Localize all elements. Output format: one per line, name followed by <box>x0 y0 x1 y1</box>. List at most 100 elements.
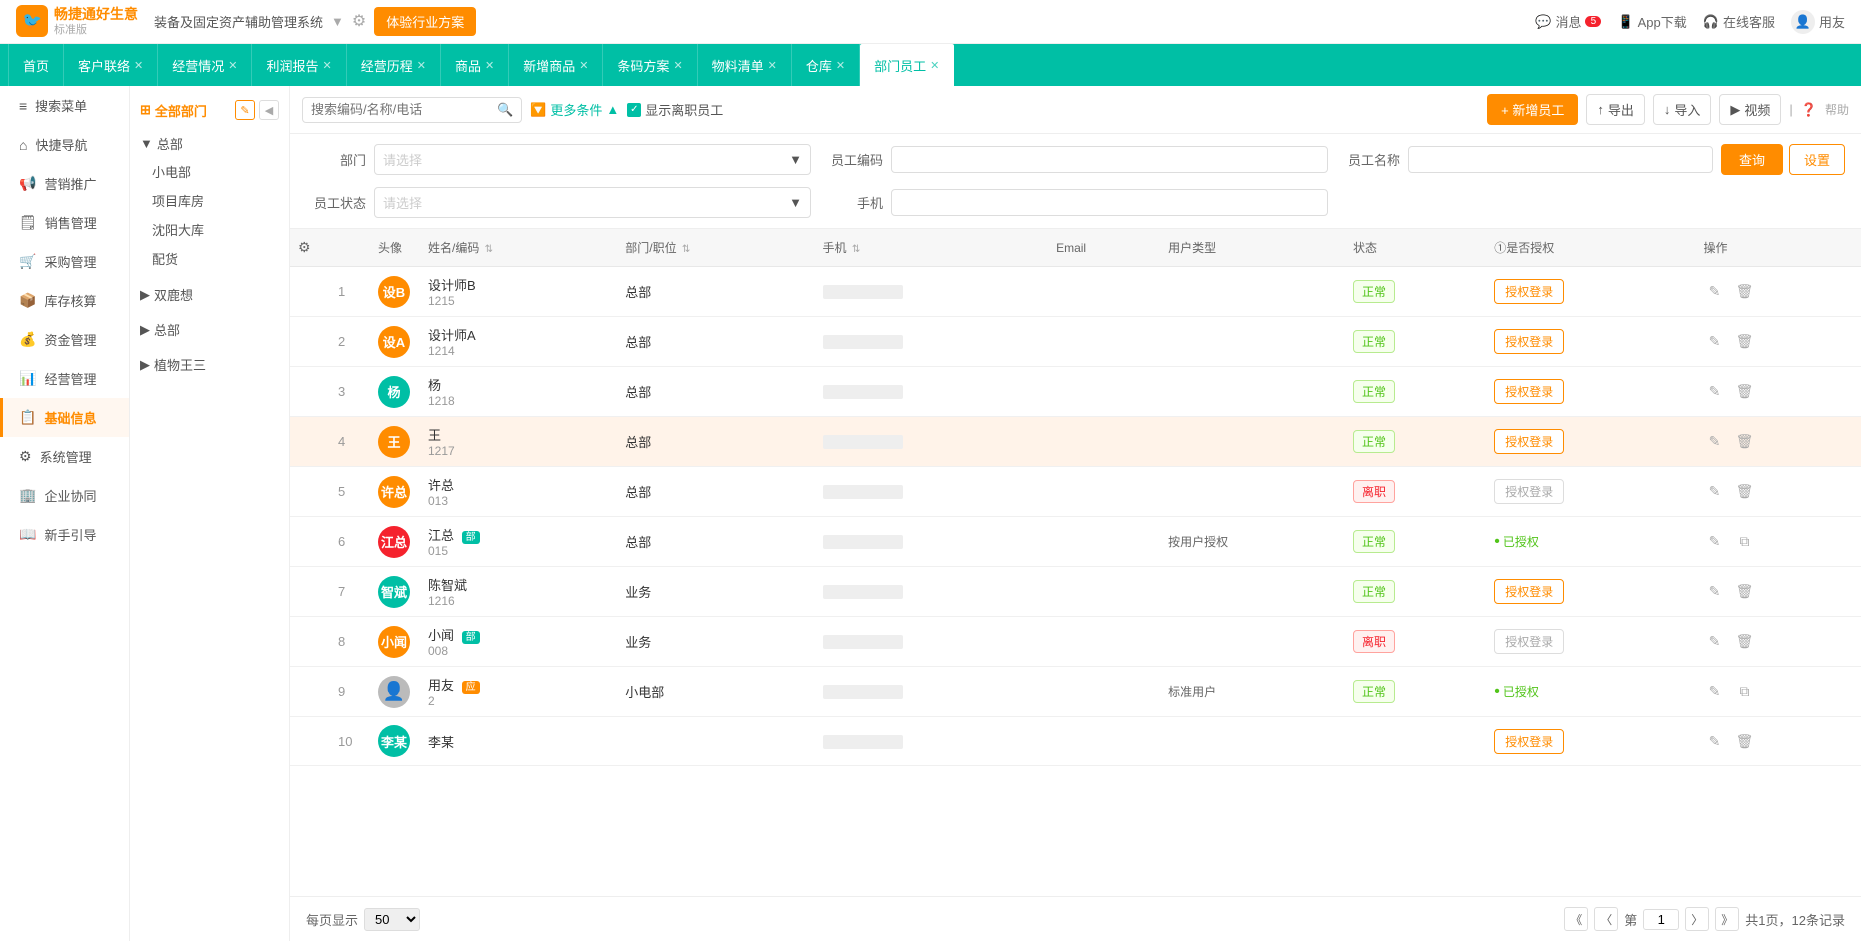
nav-tab-history[interactable]: 经营历程 ✕ <box>347 44 441 86</box>
auth-button[interactable]: 授权登录 <box>1494 329 1564 354</box>
employee-name-field[interactable] <box>1417 152 1704 167</box>
dept-collapse-icon[interactable]: ◀ <box>259 100 279 120</box>
sidebar-item-finance[interactable]: 💰 资金管理 <box>0 320 129 359</box>
close-icon[interactable]: ✕ <box>134 59 143 72</box>
page-size-dropdown[interactable]: 50 100 200 <box>364 908 420 931</box>
search-input[interactable] <box>311 102 491 117</box>
delete-icon[interactable]: 🗑 <box>1734 481 1756 503</box>
dept-filter-select[interactable]: 请选择 ▼ <box>374 144 811 175</box>
delete-icon[interactable]: 🗑 <box>1734 730 1756 752</box>
next-page-button[interactable]: 〉 <box>1685 907 1709 931</box>
nav-tab-customer[interactable]: 客户联络 ✕ <box>64 44 158 86</box>
auth-button[interactable]: 授权登录 <box>1494 429 1564 454</box>
nav-tab-profit[interactable]: 利润报告 ✕ <box>252 44 346 86</box>
close-icon[interactable]: ✕ <box>579 59 588 72</box>
export-button[interactable]: ↑ 导出 <box>1586 94 1645 125</box>
col-phone[interactable]: 手机 ⇅ <box>815 229 1049 267</box>
employee-name-input[interactable] <box>1408 146 1713 173</box>
copy-icon[interactable]: ⧉ <box>1734 681 1756 703</box>
settings-icon[interactable]: ⚙ <box>298 239 311 255</box>
edit-icon[interactable]: ✎ <box>1704 481 1726 503</box>
status-filter-select[interactable]: 请选择 ▼ <box>374 187 811 218</box>
close-icon[interactable]: ✕ <box>930 59 939 72</box>
delete-icon[interactable]: 🗑 <box>1734 381 1756 403</box>
auth-button[interactable]: 授权登录 <box>1494 279 1564 304</box>
close-icon[interactable]: ✕ <box>768 59 777 72</box>
auth-button[interactable]: 授权登录 <box>1494 629 1564 654</box>
auth-button[interactable]: 授权登录 <box>1494 479 1564 504</box>
delete-icon[interactable]: 🗑 <box>1734 431 1756 453</box>
sidebar-item-shortcut[interactable]: ⌂ 快捷导航 <box>0 125 129 164</box>
sidebar-item-operations[interactable]: 📊 经营管理 <box>0 359 129 398</box>
dept-item-xiaodian[interactable]: 小电部 <box>130 157 289 186</box>
view-button[interactable]: ▶ 视频 <box>1719 94 1781 125</box>
sidebar-item-inventory[interactable]: 📦 库存核算 <box>0 281 129 320</box>
system-dropdown-icon[interactable]: ▼ <box>331 14 344 29</box>
nav-tab-bom[interactable]: 物料清单 ✕ <box>698 44 792 86</box>
show-resigned-toggle[interactable]: ✓ 显示离职员工 <box>627 100 723 119</box>
employee-code-field[interactable] <box>900 152 1319 167</box>
first-page-button[interactable]: 《 <box>1564 907 1588 931</box>
app-download-btn[interactable]: 📱 App下载 <box>1617 12 1686 31</box>
sidebar-item-search[interactable]: ≡ 搜索菜单 <box>0 86 129 125</box>
last-page-button[interactable]: 》 <box>1715 907 1739 931</box>
close-icon[interactable]: ✕ <box>673 59 682 72</box>
more-filter-btn[interactable]: 🔽 更多条件 ▲ <box>530 100 619 119</box>
import-button[interactable]: ↓ 导入 <box>1653 94 1712 125</box>
sidebar-item-purchase[interactable]: 🛒 采购管理 <box>0 242 129 281</box>
dept-item-peihuo[interactable]: 配货 <box>130 244 289 273</box>
delete-icon[interactable]: 🗑 <box>1734 331 1756 353</box>
nav-tab-home[interactable]: 首页 <box>8 44 64 86</box>
dept-item-project[interactable]: 项目库房 <box>130 186 289 215</box>
edit-icon[interactable]: ✎ <box>1704 631 1726 653</box>
edit-icon[interactable]: ✎ <box>1704 331 1726 353</box>
close-icon[interactable]: ✕ <box>228 59 237 72</box>
user-btn[interactable]: 👤 用友 <box>1791 10 1845 34</box>
online-service-btn[interactable]: 🎧 在线客服 <box>1703 12 1775 31</box>
employee-code-input[interactable] <box>891 146 1328 173</box>
nav-tab-goods[interactable]: 商品 ✕ <box>441 44 509 86</box>
sidebar-item-system[interactable]: ⚙ 系统管理 <box>0 437 129 476</box>
col-name[interactable]: 姓名/编码 ⇅ <box>420 229 617 267</box>
dept-group-header-zongbu2[interactable]: ▶ 总部 <box>130 316 289 343</box>
auth-button[interactable]: 授权登录 <box>1494 579 1564 604</box>
edit-icon[interactable]: ✎ <box>1704 531 1726 553</box>
trial-button[interactable]: 体验行业方案 <box>374 7 476 36</box>
auth-button[interactable]: 授权登录 <box>1494 729 1564 754</box>
prev-page-button[interactable]: 〈 <box>1594 907 1618 931</box>
message-btn[interactable]: 💬 消息 5 <box>1535 12 1601 31</box>
page-input[interactable] <box>1643 909 1679 930</box>
dept-edit-icon[interactable]: ✎ <box>235 100 255 120</box>
settings-icon[interactable]: ⚙ <box>352 11 366 31</box>
edit-icon[interactable]: ✎ <box>1704 281 1726 303</box>
search-icon[interactable]: 🔍 <box>497 102 513 118</box>
close-icon[interactable]: ✕ <box>836 59 845 72</box>
phone-filter-input[interactable] <box>891 189 1328 216</box>
dept-item-shenyang[interactable]: 沈阳大库 <box>130 215 289 244</box>
sidebar-item-marketing[interactable]: 📢 营销推广 <box>0 164 129 203</box>
close-icon[interactable]: ✕ <box>485 59 494 72</box>
col-dept[interactable]: 部门/职位 ⇅ <box>617 229 814 267</box>
query-button[interactable]: 查询 <box>1721 144 1783 175</box>
nav-tab-employees[interactable]: 部门员工 ✕ <box>860 44 954 86</box>
nav-tab-barcode[interactable]: 条码方案 ✕ <box>603 44 697 86</box>
help-icon[interactable]: ❓ <box>1801 102 1817 118</box>
phone-field[interactable] <box>900 195 1319 210</box>
edit-icon[interactable]: ✎ <box>1704 431 1726 453</box>
dept-group-header-zongbu[interactable]: ▼ 总部 <box>130 130 289 157</box>
edit-icon[interactable]: ✎ <box>1704 681 1726 703</box>
add-employee-button[interactable]: + 新增员工 <box>1487 94 1578 125</box>
nav-tab-add-goods[interactable]: 新增商品 ✕ <box>509 44 603 86</box>
close-icon[interactable]: ✕ <box>417 59 426 72</box>
sidebar-item-enterprise[interactable]: 🏢 企业协同 <box>0 476 129 515</box>
auth-button[interactable]: 授权登录 <box>1494 379 1564 404</box>
sidebar-item-basic[interactable]: 📋 基础信息 <box>0 398 129 437</box>
delete-icon[interactable]: 🗑 <box>1734 281 1756 303</box>
nav-tab-operations[interactable]: 经营情况 ✕ <box>158 44 252 86</box>
sidebar-item-sales[interactable]: 🗒 销售管理 <box>0 203 129 242</box>
delete-icon[interactable]: 🗑 <box>1734 581 1756 603</box>
edit-icon[interactable]: ✎ <box>1704 581 1726 603</box>
edit-icon[interactable]: ✎ <box>1704 381 1726 403</box>
sidebar-item-guide[interactable]: 📖 新手引导 <box>0 515 129 554</box>
dept-group-header-shuangluxiang[interactable]: ▶ 双鹿想 <box>130 281 289 308</box>
